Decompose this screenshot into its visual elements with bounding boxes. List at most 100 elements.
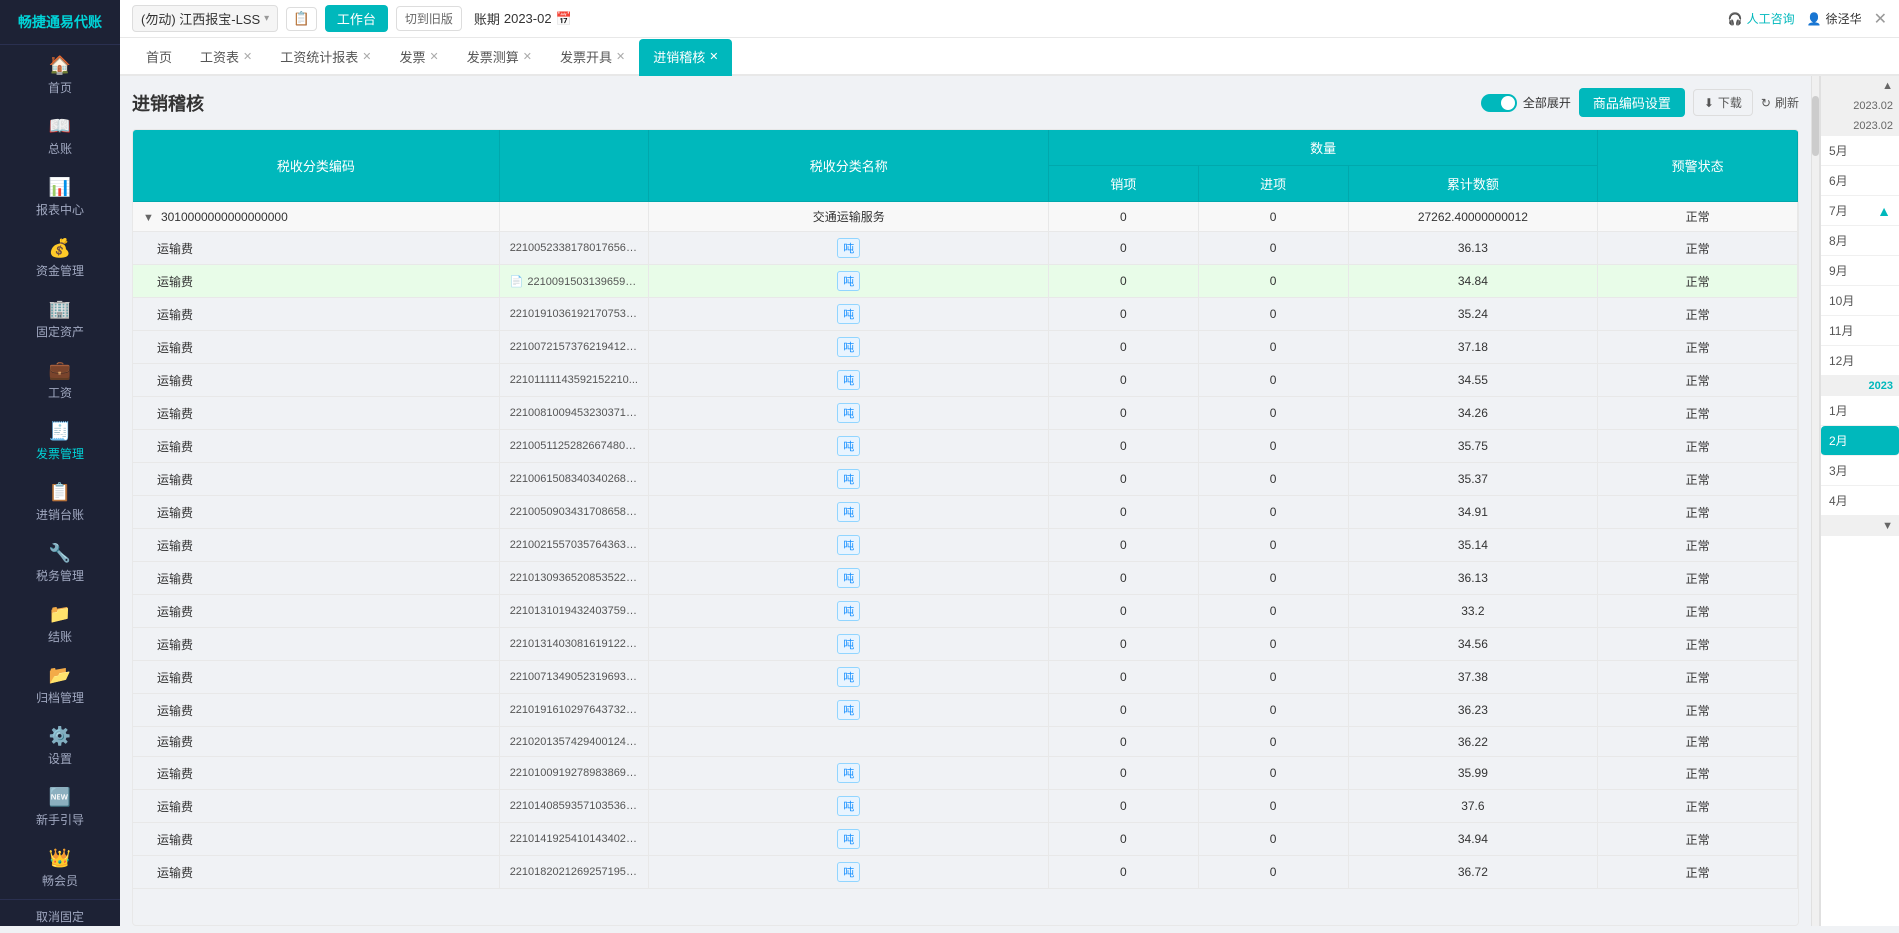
tab-invoice[interactable]: 发票 ✕ [385, 39, 452, 76]
cal-year-prev[interactable]: ▲ [1821, 76, 1899, 96]
sidebar-item-finance[interactable]: 💰 资金管理 [0, 228, 120, 289]
sidebar-item-assets[interactable]: 🏢 固定资产 [0, 289, 120, 350]
table-row[interactable]: 运输费 22101408593571035366... 吨 0 0 37.6 正… [133, 790, 1798, 823]
tab-invoice-issue[interactable]: 发票开具 ✕ [546, 39, 639, 76]
cal-month-3[interactable]: 3月 [1821, 456, 1899, 486]
table-row[interactable]: 运输费 22100511252826674802... 吨 0 0 35.75 … [133, 430, 1798, 463]
table-row[interactable]: 运输费 📄22100915031396592224... 吨 0 0 34.84… [133, 265, 1798, 298]
close-icon[interactable]: ✕ [430, 50, 439, 63]
cell-name: 运输费 [133, 364, 499, 397]
table-row[interactable]: 运输费 22100721573762194127... 吨 0 0 37.18 … [133, 331, 1798, 364]
cell-sales: 0 [1048, 298, 1198, 331]
table-row[interactable]: 运输费 22101009192789838691... 吨 0 0 35.99 … [133, 757, 1798, 790]
table-row[interactable]: 运输费 22101111143592152210... 吨 0 0 34.55 … [133, 364, 1798, 397]
cell-sub-code: 22101009192789838691... [499, 757, 649, 790]
tab-sales-audit[interactable]: 进销稽核 ✕ [639, 39, 732, 76]
cell-cumulative: 36.13 [1348, 562, 1598, 595]
sidebar-item-settings[interactable]: ⚙️ 设置 [0, 716, 120, 777]
service-button[interactable]: 🎧 人工咨询 [1728, 10, 1795, 27]
workbench-button[interactable]: 工作台 [325, 5, 388, 32]
cal-month-8[interactable]: 8月 [1821, 226, 1899, 256]
close-icon[interactable]: ✕ [362, 50, 371, 63]
cal-month-10[interactable]: 10月 [1821, 286, 1899, 316]
sidebar-item-salary[interactable]: 💼 工资 [0, 350, 120, 411]
cal-month-5[interactable]: 5月 [1821, 136, 1899, 166]
sidebar: 畅捷通易代账 🏠 首页 📖 总账 📊 报表中心 💰 资金管理 🏢 固定资产 💼 … [0, 0, 120, 926]
sidebar-item-guide[interactable]: 🆕 新手引导 [0, 777, 120, 838]
table-row[interactable]: 运输费 22100509034317086587... 吨 0 0 34.91 … [133, 496, 1798, 529]
download-button[interactable]: ⬇ 下载 [1693, 89, 1753, 116]
cell-name: 运输费 [133, 856, 499, 889]
cell-tag [499, 202, 649, 232]
table-row[interactable]: 运输费 22101820212692571958... 吨 0 0 36.72 … [133, 856, 1798, 889]
sidebar-item-archive[interactable]: 📂 归档管理 [0, 655, 120, 716]
table-row[interactable]: 运输费 22100810094532303717... 吨 0 0 34.26 … [133, 397, 1798, 430]
sidebar-item-closing[interactable]: 📁 结账 [0, 594, 120, 655]
cell-sales: 0 [1048, 430, 1198, 463]
refresh-button[interactable]: ↻ 刷新 [1761, 94, 1799, 111]
cell-purchase: 0 [1198, 298, 1348, 331]
tab-invoice-calc[interactable]: 发票测算 ✕ [453, 39, 546, 76]
table-row[interactable]: 运输费 22101309365208535221... 吨 0 0 36.13 … [133, 562, 1798, 595]
toggle-track[interactable] [1481, 94, 1517, 112]
cal-year-next[interactable]: ▼ [1821, 516, 1899, 536]
cal-month-6[interactable]: 6月 [1821, 166, 1899, 196]
cal-month-12[interactable]: 12月 [1821, 346, 1899, 376]
cal-month-4[interactable]: 4月 [1821, 486, 1899, 516]
unit-tag: 吨 [837, 337, 860, 357]
cal-month-1[interactable]: 1月 [1821, 396, 1899, 426]
table-row[interactable]: 运输费 22101314030816191223... 吨 0 0 34.56 … [133, 628, 1798, 661]
table-row[interactable]: 运输费 22101916102976437325... 吨 0 0 36.23 … [133, 694, 1798, 727]
copy-company-button[interactable]: 📋 [286, 7, 317, 31]
left-content: 进销稽核 全部展开 商品编码设置 ⬇ 下载 ↻ 刷 [120, 76, 1811, 926]
cell-status: 正常 [1598, 529, 1798, 562]
unit-tag: 吨 [837, 370, 860, 390]
unpin-button[interactable]: 取消固定 [0, 899, 120, 933]
cal-month-2-active[interactable]: 2月 [1821, 426, 1899, 456]
tab-home[interactable]: 首页 [132, 39, 186, 76]
cal-month-11[interactable]: 11月 [1821, 316, 1899, 346]
sidebar-item-vip[interactable]: 👑 畅会员 [0, 838, 120, 899]
data-table: 税收分类编码 税收分类名称 数量 预警状态 销项 进项 累计数额 [133, 130, 1798, 889]
cal-month-7[interactable]: 7月 ▲ [1821, 196, 1899, 226]
sidebar-item-ledger[interactable]: 📖 总账 [0, 106, 120, 167]
cell-name: 运输费 [133, 331, 499, 364]
table-row[interactable]: 运输费 22101910361921707536... 吨 0 0 35.24 … [133, 298, 1798, 331]
table-row[interactable]: 运输费 22101310194324037594... 吨 0 0 33.2 正… [133, 595, 1798, 628]
table-row[interactable]: 运输费 22100523381780176567... 吨 0 0 36.13 … [133, 232, 1798, 265]
close-icon[interactable]: ✕ [243, 50, 252, 63]
close-icon[interactable]: ✕ [616, 50, 625, 63]
scrollbar[interactable] [1811, 76, 1819, 926]
close-icon[interactable]: ✕ [523, 50, 532, 63]
sidebar-item-tax[interactable]: 🔧 税务管理 [0, 533, 120, 594]
unit-tag: 吨 [837, 667, 860, 687]
table-row[interactable]: 运输费 22100713490523196931... 吨 0 0 37.38 … [133, 661, 1798, 694]
table-row[interactable]: ▼ 3010000000000000000 交通运输服务 0 0 27262.4… [133, 202, 1798, 232]
company-selector[interactable]: (勿动) 江西报宝-LSS ▾ [132, 5, 278, 32]
product-settings-button[interactable]: 商品编码设置 [1579, 88, 1685, 117]
cell-tag-col: 吨 [649, 694, 1048, 727]
cell-status: 正常 [1598, 202, 1798, 232]
sidebar-item-sales-ledger[interactable]: 📋 进销台账 [0, 472, 120, 533]
cell-sales: 0 [1048, 331, 1198, 364]
sidebar-item-home[interactable]: 🏠 首页 [0, 45, 120, 106]
table-row[interactable]: 运输费 22101419254101434024... 吨 0 0 34.94 … [133, 823, 1798, 856]
cell-sales: 0 [1048, 694, 1198, 727]
table-row[interactable]: 运输费 22102013574294001247... 0 0 36.22 正常 [133, 727, 1798, 757]
cell-name: 运输费 [133, 232, 499, 265]
table-row[interactable]: 运输费 22100215570357643633... 吨 0 0 35.14 … [133, 529, 1798, 562]
close-icon[interactable]: ✕ [709, 50, 718, 63]
tab-salary-stats[interactable]: 工资统计报表 ✕ [266, 39, 385, 76]
table-row[interactable]: 运输费 22100615083403402688... 吨 0 0 35.37 … [133, 463, 1798, 496]
user-menu[interactable]: 👤 徐泾华 [1807, 10, 1862, 27]
cell-sub-code: 22100509034317086587... [499, 496, 649, 529]
topbar-close-button[interactable]: ✕ [1874, 9, 1887, 29]
cell-status: 正常 [1598, 232, 1798, 265]
cal-month-9[interactable]: 9月 [1821, 256, 1899, 286]
switch-old-button[interactable]: 切到旧版 [396, 6, 462, 31]
expand-all-toggle[interactable]: 全部展开 [1481, 94, 1571, 112]
calendar-panel: ▲ 2023.02 2023.02 5月 6月 7月 ▲ 8月 9月 10月 1… [1819, 76, 1899, 926]
sidebar-item-invoice[interactable]: 🧾 发票管理 [0, 411, 120, 472]
tab-salary-table[interactable]: 工资表 ✕ [186, 39, 266, 76]
sidebar-item-reports[interactable]: 📊 报表中心 [0, 167, 120, 228]
